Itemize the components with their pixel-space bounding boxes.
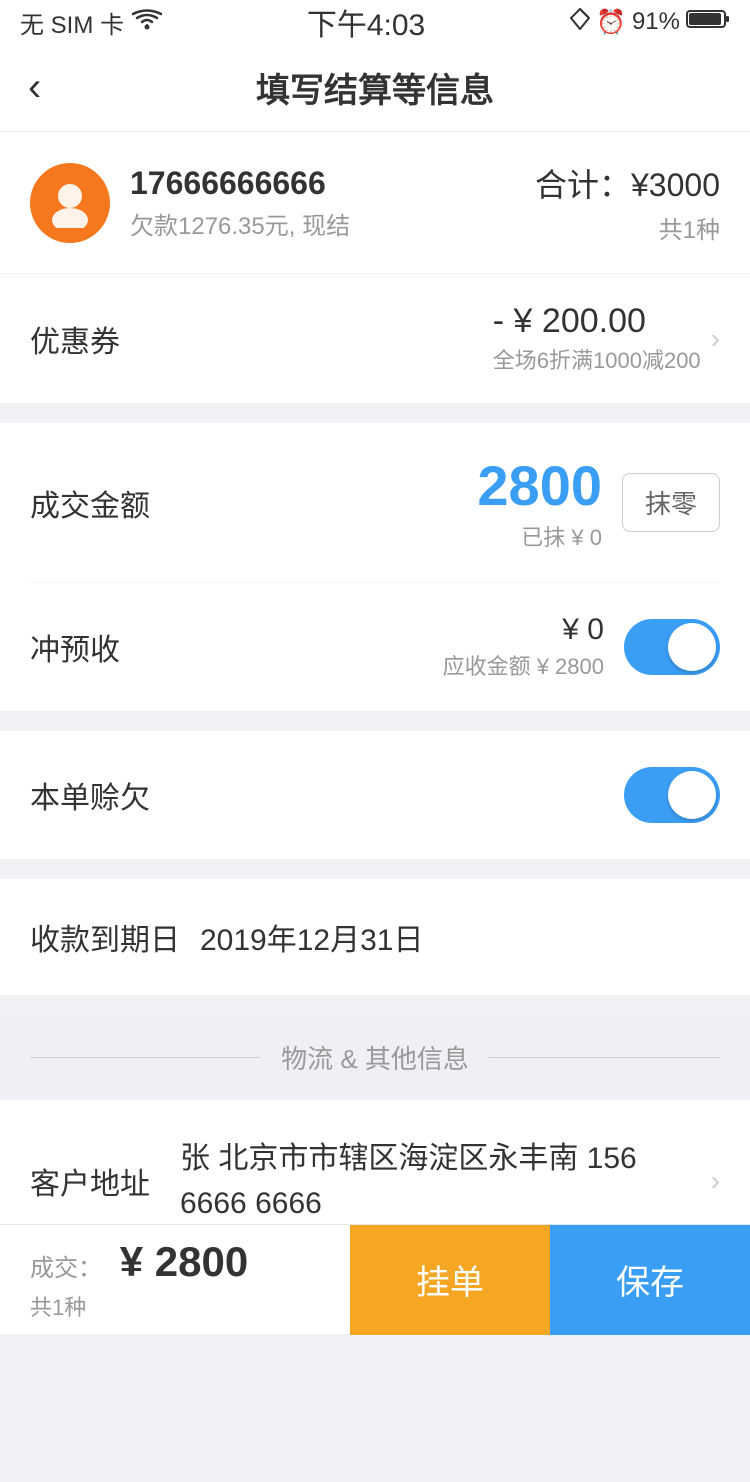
coupon-right: - ¥ 200.00 全场6折满1000减200 › [493, 302, 720, 375]
location-icon [570, 8, 590, 37]
summary-count: 共1种 [30, 1290, 320, 1322]
summary-label: 成交： [30, 1255, 102, 1282]
pre-collection-sub: 应收金额 ¥ 2800 [443, 649, 604, 681]
address-chevron-icon: › [711, 1165, 720, 1197]
summary-line: 成交： ¥ 2800 [30, 1238, 320, 1286]
debt-toggle-knob [668, 771, 716, 819]
status-left: 无 SIM 卡 [20, 5, 162, 40]
save-button[interactable]: 保存 [550, 1225, 750, 1335]
pre-collection-amount: ¥ 0 [443, 613, 604, 647]
nav-bar: ‹ 填写结算等信息 [0, 44, 750, 132]
amount-section: 成交金额 2800 已抹 ¥ 0 抹零 冲预收 ¥ 0 应收金额 ¥ 2800 [0, 423, 750, 711]
address-label: 客户地址 [30, 1159, 150, 1203]
pre-collection-row: 冲预收 ¥ 0 应收金额 ¥ 2800 [30, 583, 720, 711]
deal-amount-row: 成交金额 2800 已抹 ¥ 0 抹零 [30, 423, 720, 583]
chevron-right-icon: › [711, 323, 720, 355]
pre-collection-label: 冲预收 [30, 625, 120, 669]
hold-order-button[interactable]: 挂单 [350, 1225, 550, 1335]
debt-row: 本单赊欠 [30, 731, 720, 859]
status-bar: 无 SIM 卡 下午4:03 ⏰ 91% [0, 0, 750, 44]
user-phone: 17666666666 [130, 165, 515, 202]
debt-label: 本单赊欠 [30, 773, 150, 817]
battery-icon [686, 8, 730, 37]
user-card: 17666666666 欠款1276.35元, 现结 合计：¥3000 共1种 … [0, 132, 750, 403]
coupon-row[interactable]: 优惠券 - ¥ 200.00 全场6折满1000减200 › [0, 273, 750, 403]
bottom-summary: 成交： ¥ 2800 共1种 [0, 1238, 350, 1322]
status-time: 下午4:03 [307, 0, 425, 44]
total-amount: 合计：¥3000 [535, 160, 720, 206]
logistics-divider: 物流 & 其他信息 [0, 1015, 750, 1100]
due-date-row: 收款到期日 2019年12月31日 [30, 879, 720, 995]
bottom-bar: 成交： ¥ 2800 共1种 挂单 保存 [0, 1224, 750, 1334]
avatar [30, 163, 110, 243]
summary-amount: ¥ 2800 [120, 1238, 248, 1285]
battery-percent: 91% [632, 8, 680, 36]
deal-amount-sub: 已抹 ¥ 0 [477, 520, 602, 552]
sim-status: 无 SIM 卡 [20, 5, 124, 40]
deal-amount-value: 2800 [477, 453, 602, 518]
coupon-description: 全场6折满1000减200 [493, 343, 701, 375]
status-right: ⏰ 91% [570, 8, 730, 37]
back-button[interactable]: ‹ [28, 65, 41, 110]
user-debt-info: 欠款1276.35元, 现结 [130, 206, 515, 241]
user-info-row: 17666666666 欠款1276.35元, 现结 合计：¥3000 共1种 [0, 132, 750, 273]
alarm-icon: ⏰ [596, 8, 626, 37]
toggle-knob [668, 623, 716, 671]
debt-section: 本单赊欠 [0, 731, 750, 859]
deal-amount-right: 2800 已抹 ¥ 0 抹零 [477, 453, 720, 552]
wifi-icon [132, 8, 162, 37]
user-details: 17666666666 欠款1276.35元, 现结 [130, 165, 515, 241]
deal-amount-label: 成交金额 [30, 481, 150, 525]
pre-collection-right: ¥ 0 应收金额 ¥ 2800 [443, 613, 720, 681]
deal-amount-values: 2800 已抹 ¥ 0 [477, 453, 602, 552]
debt-toggle[interactable] [624, 767, 720, 823]
pre-collection-toggle[interactable] [624, 619, 720, 675]
divider-line-left [30, 1057, 261, 1058]
due-date-value: 2019年12月31日 [200, 915, 423, 959]
page-title: 填写结算等信息 [256, 63, 494, 112]
due-date-label: 收款到期日 [30, 915, 180, 959]
divider-line-right [489, 1057, 720, 1058]
coupon-amount: - ¥ 200.00 [493, 302, 701, 341]
divider-label: 物流 & 其他信息 [281, 1039, 469, 1076]
due-date-section: 收款到期日 2019年12月31日 [0, 879, 750, 995]
order-total: 合计：¥3000 共1种 [535, 160, 720, 245]
total-count: 共1种 [535, 210, 720, 245]
coupon-label: 优惠券 [30, 317, 120, 361]
coupon-info: - ¥ 200.00 全场6折满1000减200 [493, 302, 701, 375]
round-zero-button[interactable]: 抹零 [622, 473, 720, 532]
address-value: 张 北京市市辖区海淀区永丰南 156 6666 6666 [180, 1136, 711, 1226]
pre-collection-values: ¥ 0 应收金额 ¥ 2800 [443, 613, 604, 681]
